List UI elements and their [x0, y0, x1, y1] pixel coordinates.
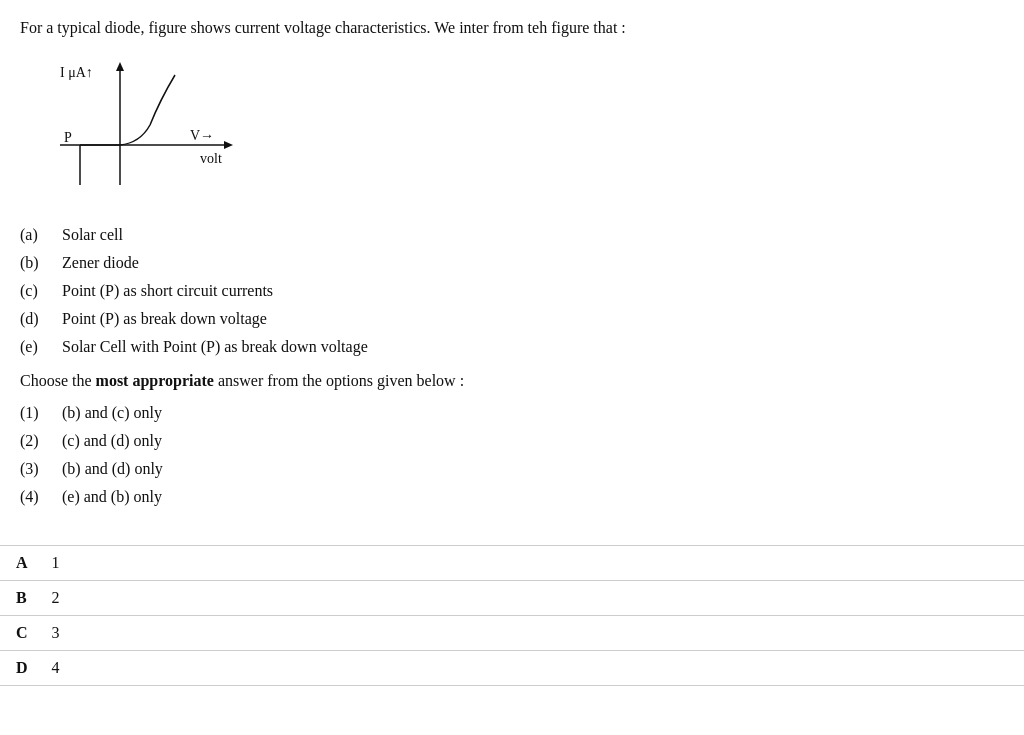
svg-marker-3 — [224, 141, 233, 149]
svg-text:V→: V→ — [190, 128, 214, 143]
answer-row-c[interactable]: C 3 — [0, 615, 1024, 650]
answer-letter-d: D — [0, 650, 36, 685]
numbered-option-1: (1) (b) and (c) only — [20, 401, 940, 425]
numbered-option-4: (4) (e) and (b) only — [20, 485, 940, 509]
svg-marker-2 — [116, 62, 124, 71]
numbered-option-3: (3) (b) and (d) only — [20, 457, 940, 481]
answer-letter-b: B — [0, 580, 36, 615]
answer-letter-c: C — [0, 615, 36, 650]
diagram-area: I μA↑ V→ volt P — [40, 55, 260, 205]
svg-text:P: P — [64, 130, 72, 145]
numbered-option-2: (2) (c) and (d) only — [20, 429, 940, 453]
answer-value-c: 3 — [36, 615, 1024, 650]
option-a: (a) Solar cell — [20, 223, 940, 247]
answer-letter-a: A — [0, 545, 36, 580]
svg-text:volt: volt — [200, 151, 222, 166]
option-b: (b) Zener diode — [20, 251, 940, 275]
options-list: (a) Solar cell (b) Zener diode (c) Point… — [20, 223, 940, 359]
option-d: (d) Point (P) as break down voltage — [20, 307, 940, 331]
answer-value-d: 4 — [36, 650, 1024, 685]
option-c: (c) Point (P) as short circuit currents — [20, 279, 940, 303]
answer-row-b[interactable]: B 2 — [0, 580, 1024, 615]
question-text: For a typical diode, figure shows curren… — [20, 16, 940, 41]
question-container: For a typical diode, figure shows curren… — [0, 0, 960, 545]
answer-table: A 1 B 2 C 3 D 4 — [0, 545, 1024, 686]
answer-row-d[interactable]: D 4 — [0, 650, 1024, 685]
choose-instruction: Choose the most appropriate answer from … — [20, 369, 940, 393]
answer-value-a: 1 — [36, 545, 1024, 580]
answer-row-a[interactable]: A 1 — [0, 545, 1024, 580]
answer-value-b: 2 — [36, 580, 1024, 615]
numbered-options-list: (1) (b) and (c) only (2) (c) and (d) onl… — [20, 401, 940, 509]
option-e: (e) Solar Cell with Point (P) as break d… — [20, 335, 940, 359]
svg-text:I  μA↑: I μA↑ — [60, 65, 93, 80]
